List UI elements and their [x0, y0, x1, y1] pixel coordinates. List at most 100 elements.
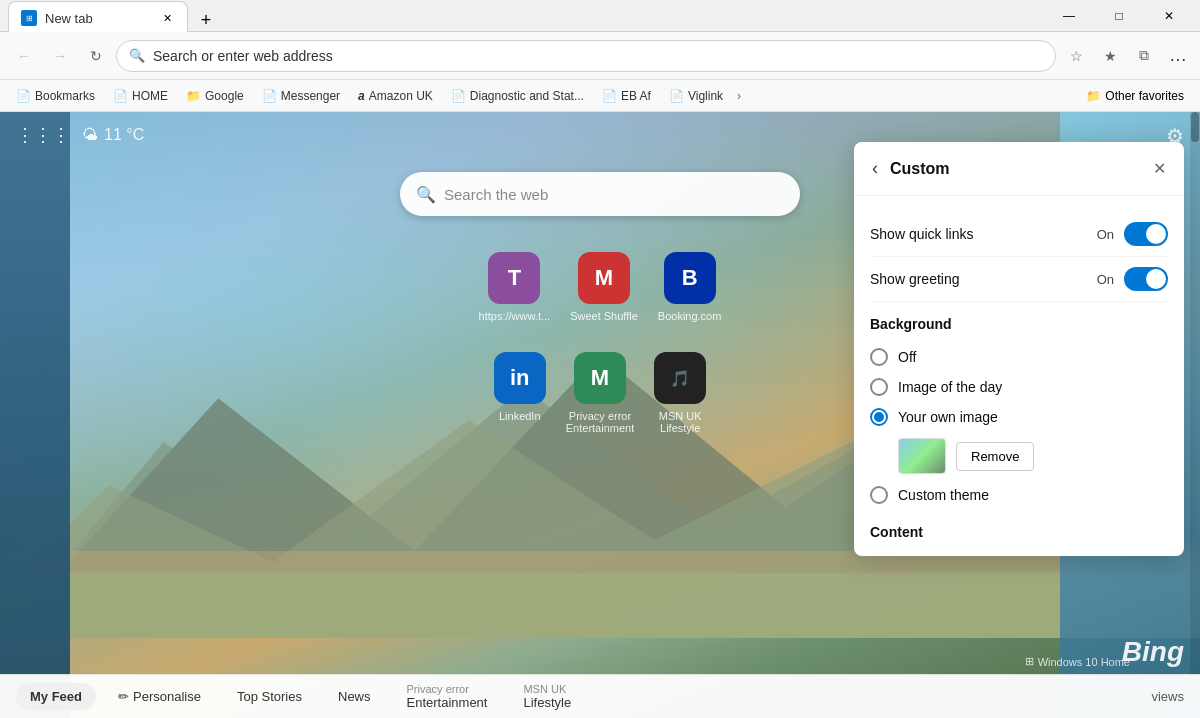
page-search-bar[interactable]: 🔍 Search the web: [400, 172, 800, 216]
quick-link-label-2: Sweet Shuffle: [570, 310, 638, 322]
weather-icon: 🌤: [82, 126, 98, 144]
bookmark-icon: 📄: [262, 89, 277, 103]
more-button[interactable]: …: [1164, 40, 1192, 72]
bookmark-messenger[interactable]: 📄 Messenger: [254, 84, 348, 108]
quick-links-label: Show quick links: [870, 226, 974, 242]
quick-links-toggle[interactable]: [1124, 222, 1168, 246]
panel-close-button[interactable]: ✕: [1151, 157, 1168, 180]
greeting-right: On: [1097, 267, 1168, 291]
quick-link-4[interactable]: in LinkedIn: [494, 352, 546, 434]
refresh-button[interactable]: ↻: [80, 40, 112, 72]
quick-link-label-5: Privacy errorEntertainment: [566, 410, 634, 434]
quick-link-3[interactable]: B Booking.com: [658, 252, 722, 322]
bookmark-icon: 📄: [113, 89, 128, 103]
my-feed-tab[interactable]: My Feed: [16, 683, 96, 710]
greeting-label: Show greeting: [870, 271, 960, 287]
lifestyle-tab[interactable]: MSN UK Lifestyle: [509, 677, 585, 716]
quick-link-icon-1: T: [488, 252, 540, 304]
address-bar: ← → ↻ 🔍 Search or enter web address ☆ ★ …: [0, 32, 1200, 80]
tab-close-button[interactable]: ✕: [159, 10, 175, 26]
bookmark-google[interactable]: 📁 Google: [178, 84, 252, 108]
quick-link-2[interactable]: M Sweet Shuffle: [570, 252, 638, 322]
windows-badge: ⊞ Windows 10 Home: [1025, 655, 1130, 668]
page-search-icon: 🔍: [416, 185, 436, 204]
minimize-button[interactable]: —: [1046, 0, 1092, 32]
panel-header: ‹ Custom ✕: [854, 142, 1184, 196]
browser-window: ⊞ New tab ✕ + — □ ✕ ← → ↻ 🔍 Search or en…: [0, 0, 1200, 718]
bookmarks-bar: 📄 Bookmarks 📄 HOME 📁 Google 📄 Messenger …: [0, 80, 1200, 112]
quick-links-right: On: [1097, 222, 1168, 246]
quick-link-label-4: LinkedIn: [499, 410, 541, 422]
custom-theme-option[interactable]: Custom theme: [870, 480, 1168, 510]
custom-theme-radio: [870, 486, 888, 504]
forward-button[interactable]: →: [44, 40, 76, 72]
custom-panel: ‹ Custom ✕ Show quick links On Show gree…: [854, 142, 1184, 556]
own-image-label: Your own image: [898, 409, 998, 425]
quick-links-row: Show quick links On: [870, 212, 1168, 257]
background-off-option[interactable]: Off: [870, 342, 1168, 372]
quick-link-1[interactable]: T https://www.t...: [479, 252, 551, 322]
bookmark-icon: 📄: [602, 89, 617, 103]
top-stories-tab[interactable]: Top Stories: [223, 683, 316, 710]
favorites-button[interactable]: ☆: [1060, 40, 1092, 72]
scrollbar[interactable]: [1190, 112, 1200, 674]
main-content: ⋮⋮⋮ 🌤 11 °C ⚙ 🔍 Search the web T https:/…: [0, 112, 1200, 718]
quick-links-status: On: [1097, 227, 1114, 242]
views-text: views: [1151, 689, 1184, 704]
search-icon: 🔍: [129, 48, 145, 63]
address-actions: ☆ ★ ⧉: [1060, 40, 1160, 72]
collections-button[interactable]: ★: [1094, 40, 1126, 72]
amazon-icon: a: [358, 89, 365, 103]
weather-widget: 🌤 11 °C: [82, 126, 144, 144]
quick-link-icon-3: B: [664, 252, 716, 304]
bookmarks-overflow-button[interactable]: ›: [733, 85, 745, 107]
quick-link-5[interactable]: M Privacy errorEntertainment: [566, 352, 634, 434]
back-button[interactable]: ←: [8, 40, 40, 72]
share-button[interactable]: ⧉: [1128, 40, 1160, 72]
new-tab-button[interactable]: +: [192, 7, 220, 35]
scrollbar-thumb[interactable]: [1191, 112, 1199, 142]
windows-icon: ⊞: [1025, 655, 1034, 668]
quick-link-icon-6: 🎵: [654, 352, 706, 404]
content-section-label: Content: [870, 524, 1168, 540]
quick-link-icon-2: M: [578, 252, 630, 304]
bookmark-eb[interactable]: 📄 EB Af: [594, 84, 659, 108]
bookmark-home[interactable]: 📄 HOME: [105, 84, 176, 108]
quick-link-label-6: MSN UKLifestyle: [659, 410, 702, 434]
weather-temp: 11 °C: [104, 126, 144, 144]
folder-icon: 📁: [1086, 89, 1101, 103]
close-button[interactable]: ✕: [1146, 0, 1192, 32]
news-tab[interactable]: News: [324, 683, 385, 710]
bottom-bar-right: views: [1151, 689, 1184, 704]
panel-back-button[interactable]: ‹: [870, 156, 880, 181]
image-day-radio: [870, 378, 888, 396]
greeting-toggle[interactable]: [1124, 267, 1168, 291]
apps-button[interactable]: ⋮⋮⋮: [16, 124, 70, 146]
bookmark-diagnostic[interactable]: 📄 Diagnostic and Stat...: [443, 84, 592, 108]
background-image-day-option[interactable]: Image of the day: [870, 372, 1168, 402]
entertainment-tab[interactable]: Privacy error Entertainment: [393, 677, 502, 716]
tab-favicon: ⊞: [21, 10, 37, 26]
personalise-tab[interactable]: ✏ Personalise: [104, 683, 215, 710]
active-tab[interactable]: ⊞ New tab ✕: [8, 1, 188, 35]
bookmark-icon: 📄: [16, 89, 31, 103]
maximize-button[interactable]: □: [1096, 0, 1142, 32]
bookmark-icon: 📄: [451, 89, 466, 103]
quick-link-label-1: https://www.t...: [479, 310, 551, 322]
quick-link-6[interactable]: 🎵 MSN UKLifestyle: [654, 352, 706, 434]
off-radio: [870, 348, 888, 366]
other-favorites[interactable]: 📁 Other favorites: [1078, 89, 1192, 103]
title-bar: ⊞ New tab ✕ + — □ ✕: [0, 0, 1200, 32]
background-own-image-option[interactable]: Your own image: [870, 402, 1168, 432]
bookmark-amazon[interactable]: a Amazon UK: [350, 84, 441, 108]
address-input-wrapper[interactable]: 🔍 Search or enter web address: [116, 40, 1056, 72]
bookmark-viglink[interactable]: 📄 Viglink: [661, 84, 731, 108]
top-controls: ⋮⋮⋮ 🌤 11 °C: [16, 124, 144, 146]
panel-body: Show quick links On Show greeting On Bac…: [854, 196, 1184, 556]
quick-link-icon-5: M: [574, 352, 626, 404]
bookmark-bookmarks[interactable]: 📄 Bookmarks: [8, 84, 103, 108]
quick-link-icon-4: in: [494, 352, 546, 404]
own-image-radio: [870, 408, 888, 426]
remove-image-button[interactable]: Remove: [956, 442, 1034, 471]
address-text: Search or enter web address: [153, 48, 1043, 64]
